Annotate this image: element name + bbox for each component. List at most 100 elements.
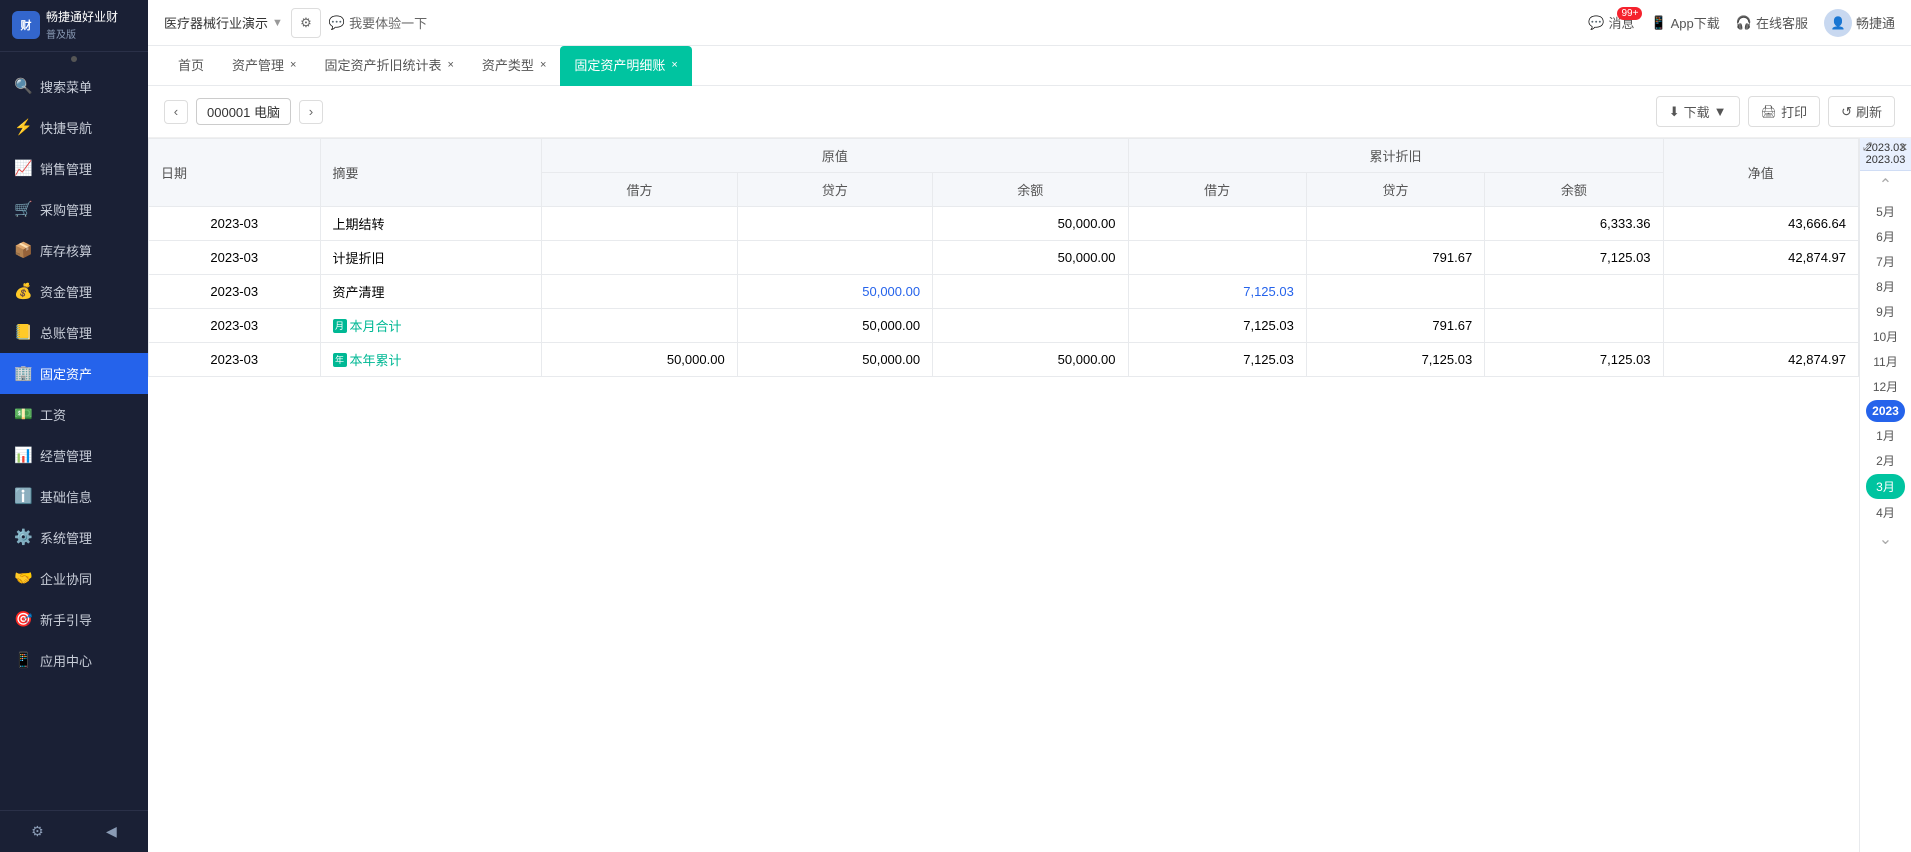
sidebar-item-system[interactable]: ⚙️ 系统管理 [0, 517, 148, 558]
download-button[interactable]: 📱 App下载 [1650, 13, 1719, 32]
timeline-header-date2: 2023.03 [1862, 154, 1909, 166]
timeline-month-10[interactable]: 10月 [1860, 324, 1911, 349]
cell-ov-debit [542, 275, 737, 309]
sidebar-item-basic-info[interactable]: ℹ️ 基础信息 [0, 476, 148, 517]
next-asset-button[interactable]: › [299, 100, 323, 124]
sidebar-item-ledger[interactable]: 📒 总账管理 [0, 312, 148, 353]
cell-ad-debit [1128, 241, 1306, 275]
sidebar-item-label: 采购管理 [40, 200, 92, 219]
sidebar-item-fixed-assets[interactable]: 🏢 固定资产 [0, 353, 148, 394]
refresh-button[interactable]: ↺ 刷新 [1828, 96, 1895, 127]
company-selector[interactable]: 医疗器械行业演示 ▼ [164, 13, 283, 32]
timeline-month-7[interactable]: 7月 [1860, 249, 1911, 274]
sidebar-item-label: 快捷导航 [40, 118, 92, 137]
timeline-month-6[interactable]: 6月 [1860, 224, 1911, 249]
cell-ov-balance: 50,000.00 [933, 207, 1128, 241]
timeline-month-5[interactable]: 5月 [1860, 199, 1911, 224]
support-label: 在线客服 [1756, 13, 1808, 32]
tab-depreciation[interactable]: 固定资产折旧统计表 × [310, 46, 467, 86]
sidebar-item-search[interactable]: 🔍 搜索菜单 [0, 66, 148, 107]
sidebar-item-label: 系统管理 [40, 528, 92, 547]
sidebar-item-label: 经营管理 [40, 446, 92, 465]
experience-button[interactable]: 💬 我要体验一下 [329, 13, 427, 32]
enterprise-icon: 🤝 [14, 569, 32, 587]
timeline-up-button[interactable]: ⌃ [1860, 171, 1911, 199]
cell-ov-debit [542, 309, 737, 343]
prev-asset-button[interactable]: ‹ [164, 100, 188, 124]
timeline-close-icon[interactable]: ✕ [1899, 141, 1908, 154]
cell-ov-balance [933, 275, 1128, 309]
timeline-month-12[interactable]: 12月 [1860, 374, 1911, 399]
timeline-month-2[interactable]: 2月 [1860, 448, 1911, 473]
print-label: 打印 [1781, 102, 1807, 121]
timeline-year-label[interactable]: 2023 [1866, 400, 1905, 422]
sidebar-item-finance[interactable]: 💰 资金管理 [0, 271, 148, 312]
timeline-month-9[interactable]: 9月 [1860, 299, 1911, 324]
sidebar-item-enterprise[interactable]: 🤝 企业协同 [0, 558, 148, 599]
app-logo: 财 畅捷通好业财 普及版 [0, 0, 148, 52]
page-content: ‹ 000001 电脑 › ⬇ 下载 ▼ 🖨 打印 ↺ 刷新 [148, 86, 1911, 852]
timeline-month-4[interactable]: 4月 [1860, 500, 1911, 525]
company-name: 医疗器械行业演示 [164, 13, 268, 32]
cell-ad-debit [1128, 207, 1306, 241]
settings-gear-icon: ⚙ [300, 15, 312, 31]
download-button[interactable]: ⬇ 下载 ▼ [1656, 96, 1740, 127]
timeline-month-1[interactable]: 1月 [1860, 423, 1911, 448]
sidebar-item-label: 新手引导 [40, 610, 92, 629]
tab-asset-type-close[interactable]: × [540, 59, 546, 71]
toolbar-right: ⬇ 下载 ▼ 🖨 打印 ↺ 刷新 [1656, 96, 1895, 127]
tab-home[interactable]: 首页 [164, 46, 218, 86]
sidebar-item-quick-nav[interactable]: ⚡ 快捷导航 [0, 107, 148, 148]
cell-desc: 月 本月合计 [320, 309, 542, 343]
refresh-label: 刷新 [1856, 102, 1882, 121]
sidebar-item-operations[interactable]: 📊 经营管理 [0, 435, 148, 476]
operations-icon: 📊 [14, 446, 32, 464]
table-row: 2023-03 计提折旧 50,000.00 791.67 7,125.03 4… [149, 241, 1859, 275]
tab-depreciation-close[interactable]: × [447, 59, 453, 71]
system-icon: ⚙️ [14, 528, 32, 546]
th-ov-debit: 借方 [542, 173, 737, 207]
sidebar-scrollbar-top[interactable] [71, 56, 77, 62]
tab-asset-detail-close[interactable]: × [671, 59, 677, 71]
tab-asset-type[interactable]: 资产类型 × [468, 46, 560, 86]
support-button[interactable]: 🎧 在线客服 [1736, 13, 1808, 32]
collapse-button[interactable]: ◀ [98, 819, 125, 844]
print-button[interactable]: 🖨 打印 [1748, 96, 1821, 127]
sidebar-item-inventory[interactable]: 📦 库存核算 [0, 230, 148, 271]
salary-icon: 💵 [14, 405, 32, 423]
sidebar-item-label: 固定资产 [40, 364, 92, 383]
cell-ad-balance [1485, 275, 1663, 309]
topbar-settings-button[interactable]: ⚙ [291, 8, 321, 38]
settings-button[interactable]: ⚙ [23, 819, 52, 844]
cell-ad-credit: 791.67 [1306, 309, 1484, 343]
timeline-expand-icon[interactable]: ⤢ [1863, 141, 1872, 154]
sidebar-item-app-center[interactable]: 📱 应用中心 [0, 640, 148, 681]
ledger-icon: 📒 [14, 323, 32, 341]
timeline-down-button[interactable]: ⌄ [1860, 525, 1911, 553]
tag-icon: 年 [333, 353, 347, 367]
sidebar-item-sales[interactable]: 📈 销售管理 [0, 148, 148, 189]
cell-ov-credit [737, 241, 932, 275]
timeline-month-11[interactable]: 11月 [1860, 349, 1911, 374]
sidebar-item-guide[interactable]: 🎯 新手引导 [0, 599, 148, 640]
asset-code-badge: 000001 电脑 [196, 98, 291, 125]
tab-asset-mgmt-close[interactable]: × [290, 59, 296, 71]
tab-asset-detail[interactable]: 固定资产明细账 × [560, 46, 691, 86]
cell-desc: 上期结转 [320, 207, 542, 241]
cell-ov-credit [737, 207, 932, 241]
messages-button[interactable]: 💬 消息 99+ [1588, 13, 1634, 32]
cell-net-value: 42,874.97 [1663, 343, 1858, 377]
tab-asset-mgmt[interactable]: 资产管理 × [218, 46, 310, 86]
purchase-icon: 🛒 [14, 200, 32, 218]
timeline-month-8[interactable]: 8月 [1860, 274, 1911, 299]
sidebar-item-purchase[interactable]: 🛒 采购管理 [0, 189, 148, 230]
cell-ad-debit: 7,125.03 [1128, 275, 1306, 309]
topbar: 医疗器械行业演示 ▼ ⚙ 💬 我要体验一下 💬 消息 99+ 📱 App下载 🎧… [148, 0, 1911, 46]
finance-icon: 💰 [14, 282, 32, 300]
sidebar-item-salary[interactable]: 💵 工资 [0, 394, 148, 435]
timeline-month-3-active[interactable]: 3月 [1866, 474, 1905, 499]
messages-badge: 99+ [1617, 7, 1642, 20]
user-avatar[interactable]: 👤 畅捷通 [1824, 9, 1895, 37]
tab-asset-type-label: 资产类型 [482, 55, 534, 74]
year-total-tag: 年 本年累计 [333, 350, 402, 369]
